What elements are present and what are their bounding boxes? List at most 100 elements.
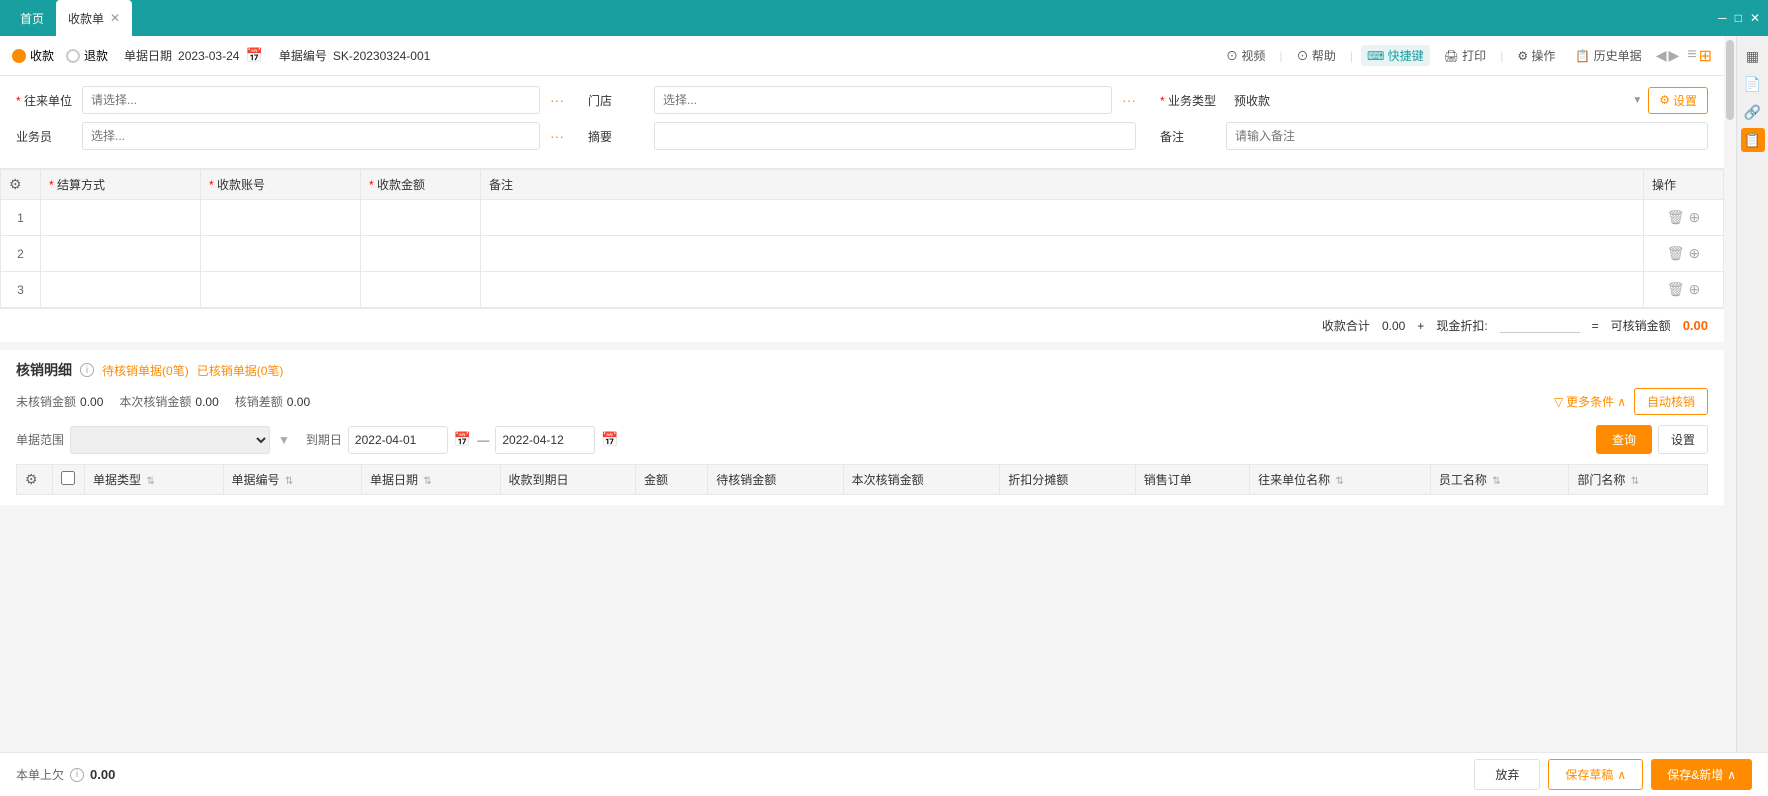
- settings-button[interactable]: ⚙ 设置: [1648, 87, 1708, 114]
- operation-btn[interactable]: ⚙ 操作: [1511, 45, 1561, 66]
- radio-receipt[interactable]: 收款: [12, 47, 54, 64]
- footer-right: 放弃 保存草稿 ∧ 保存&新增 ∧: [1474, 759, 1752, 790]
- range-select[interactable]: [70, 426, 270, 454]
- cell-note-1[interactable]: [481, 200, 1644, 236]
- copy-icon-2[interactable]: ⊕: [1689, 245, 1701, 262]
- tab-home-label: 首页: [20, 10, 44, 27]
- input-note-3[interactable]: [481, 272, 1643, 307]
- input-account-2[interactable]: [201, 236, 360, 271]
- tab-home[interactable]: 首页: [8, 0, 56, 36]
- input-method-2[interactable]: [41, 236, 200, 271]
- maximize-btn[interactable]: □: [1735, 11, 1742, 25]
- nav-next-btn[interactable]: ▶: [1668, 47, 1679, 64]
- verification-section: 核销明细 i 待核销单据(0笔) 已核销单据(0笔) 未核销金额 0.00 本次…: [0, 350, 1724, 505]
- calendar-from-icon[interactable]: 📅: [454, 431, 471, 448]
- print-btn[interactable]: 🖨 打印: [1438, 45, 1493, 66]
- view-grid-btn[interactable]: ⊞: [1699, 46, 1712, 66]
- counterparty-label: 往来单位: [16, 92, 76, 109]
- tab-bar: 首页 收款单 ✕ ─ □ ✕: [0, 0, 1768, 36]
- cell-amount-2[interactable]: [361, 236, 481, 272]
- abandon-button[interactable]: 放弃: [1474, 759, 1540, 790]
- cell-account-1[interactable]: [201, 200, 361, 236]
- input-amount-2[interactable]: [361, 236, 480, 271]
- table-gear-icon[interactable]: ⚙: [9, 176, 22, 192]
- view-list-btn[interactable]: ≡: [1687, 46, 1696, 66]
- query-button[interactable]: 查询: [1596, 425, 1652, 454]
- input-note-1[interactable]: [481, 200, 1643, 235]
- tab-close-icon[interactable]: ✕: [110, 11, 120, 25]
- auto-offset-button[interactable]: 自动核销: [1634, 388, 1708, 415]
- input-amount-1[interactable]: [361, 200, 480, 235]
- total-value: 0.00: [1382, 319, 1405, 333]
- delete-icon-1[interactable]: 🗑: [1667, 209, 1685, 226]
- input-method-1[interactable]: [41, 200, 200, 235]
- input-account-1[interactable]: [201, 200, 360, 235]
- bottom-settings-button[interactable]: 设置: [1658, 425, 1708, 454]
- input-amount-3[interactable]: [361, 272, 480, 307]
- biz-type-caret[interactable]: ▼: [1632, 95, 1642, 106]
- pending-tab[interactable]: 待核销单据(0笔): [102, 362, 189, 379]
- carry-info-icon[interactable]: i: [70, 768, 84, 782]
- cell-account-3[interactable]: [201, 272, 361, 308]
- col-note: 备注: [481, 170, 1644, 200]
- bcol-checkbox: [53, 465, 85, 495]
- scrollbar-area[interactable]: [1724, 36, 1736, 752]
- cell-method-2[interactable]: [41, 236, 201, 272]
- cell-note-2[interactable]: [481, 236, 1644, 272]
- scrollbar-thumb[interactable]: [1726, 40, 1734, 120]
- video-btn[interactable]: ⊙ 视频: [1220, 45, 1271, 66]
- sidebar-doc-icon[interactable]: 📄: [1741, 72, 1765, 96]
- sidebar-table-icon[interactable]: ▦: [1741, 44, 1765, 68]
- pending-label: 待核销单据: [102, 364, 162, 378]
- action-btns-3: 🗑 ⊕: [1652, 281, 1715, 298]
- copy-icon-3[interactable]: ⊕: [1689, 281, 1701, 298]
- summary-input[interactable]: [654, 122, 1136, 150]
- footer-left: 本单上欠 i 0.00: [16, 766, 115, 783]
- divider2: |: [1350, 49, 1353, 63]
- shop-more-icon[interactable]: ···: [1122, 92, 1136, 108]
- more-conditions-btn[interactable]: ▽ 更多条件 ∧: [1554, 393, 1626, 410]
- discount-input[interactable]: [1500, 318, 1580, 333]
- delete-icon-3[interactable]: 🗑: [1667, 281, 1685, 298]
- sidebar-link-icon[interactable]: 🔗: [1741, 100, 1765, 124]
- shortcut-btn[interactable]: ⌨ 快捷键: [1361, 45, 1430, 66]
- cell-method-1[interactable]: [41, 200, 201, 236]
- minimize-btn[interactable]: ─: [1718, 11, 1727, 25]
- info-icon[interactable]: i: [80, 363, 94, 377]
- bottom-gear-icon[interactable]: ⚙: [25, 471, 38, 487]
- delete-icon-2[interactable]: 🗑: [1667, 245, 1685, 262]
- select-all-checkbox[interactable]: [61, 471, 75, 485]
- cell-account-2[interactable]: [201, 236, 361, 272]
- calendar-icon[interactable]: 📅: [245, 47, 262, 64]
- tab-receipt[interactable]: 收款单 ✕: [56, 0, 132, 36]
- data-table: ⚙ 结算方式 收款账号 收款金额 备注 操作 1: [0, 169, 1724, 308]
- cell-amount-1[interactable]: [361, 200, 481, 236]
- copy-icon-1[interactable]: ⊕: [1689, 209, 1701, 226]
- cell-note-3[interactable]: [481, 272, 1644, 308]
- date-to-input[interactable]: [495, 426, 595, 454]
- input-account-3[interactable]: [201, 272, 360, 307]
- input-note-2[interactable]: [481, 236, 1643, 271]
- help-btn[interactable]: ⊙ 帮助: [1290, 45, 1341, 66]
- counterparty-input[interactable]: [82, 86, 540, 114]
- counterparty-more-icon[interactable]: ···: [550, 92, 564, 108]
- cell-amount-3[interactable]: [361, 272, 481, 308]
- salesperson-more-icon[interactable]: ···: [550, 128, 564, 144]
- close-btn[interactable]: ✕: [1750, 11, 1760, 25]
- shop-input[interactable]: [654, 86, 1112, 114]
- sort-icon-bill-no: ⇅: [285, 476, 293, 487]
- salesperson-input[interactable]: [82, 122, 540, 150]
- cell-method-3[interactable]: [41, 272, 201, 308]
- nav-prev-btn[interactable]: ◀: [1656, 47, 1667, 64]
- sidebar-form-icon[interactable]: 📋: [1741, 128, 1765, 152]
- done-tab[interactable]: 已核销单据(0笔): [197, 362, 284, 379]
- history-btn[interactable]: 📋 历史单据: [1569, 45, 1647, 66]
- save-new-button[interactable]: 保存&新增 ∧: [1651, 759, 1752, 790]
- calendar-to-icon[interactable]: 📅: [601, 431, 618, 448]
- note-input[interactable]: [1226, 122, 1708, 150]
- draft-button[interactable]: 保存草稿 ∧: [1548, 759, 1643, 790]
- range-select-arrow: ▼: [278, 433, 290, 447]
- radio-refund[interactable]: 退款: [66, 47, 108, 64]
- input-method-3[interactable]: [41, 272, 200, 307]
- date-from-input[interactable]: [348, 426, 448, 454]
